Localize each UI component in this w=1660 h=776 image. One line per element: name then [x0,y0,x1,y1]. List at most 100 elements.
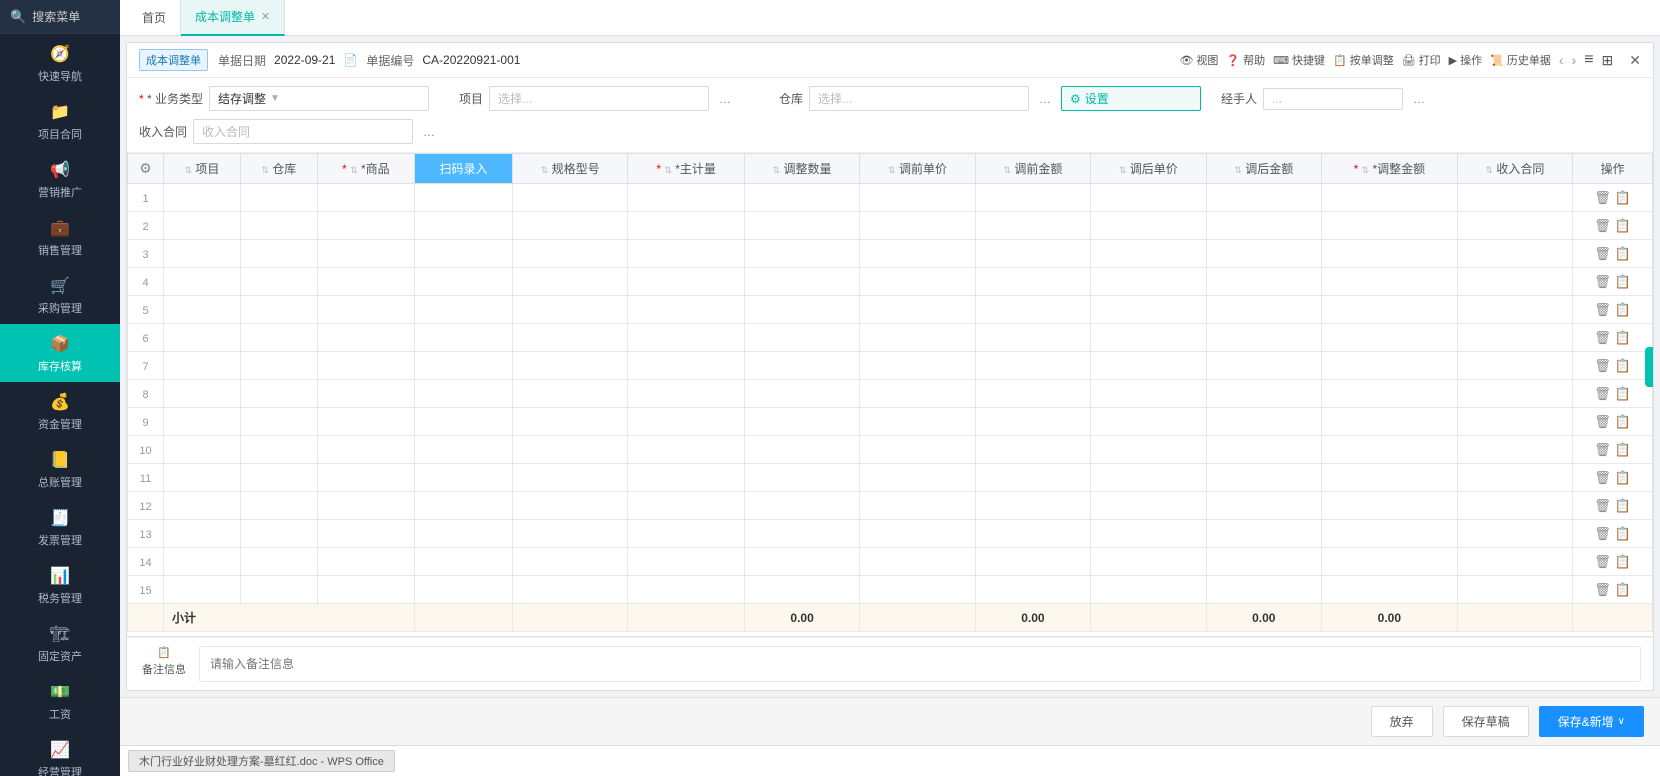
form-row-biztype: * 业务类型 结存调整 ▼ [139,86,439,111]
row-delete-14[interactable]: 🗑 [1594,554,1611,570]
doc-title-badge: 成本调整单 [139,49,208,71]
row-delete-8[interactable]: 🗑 [1594,386,1611,402]
sidebar-item-purchase-mgmt[interactable]: 🛒采购管理 [0,266,120,324]
view-toggle1[interactable]: ≡ [1584,51,1593,69]
handler-ellipsis[interactable]: … [1409,90,1429,108]
row-delete-1[interactable]: 🗑 [1594,190,1611,206]
row-copy-8[interactable]: 📋 [1615,386,1631,402]
row-copy-15[interactable]: 📋 [1615,582,1631,598]
save-new-button[interactable]: 保存&新增 ∨ [1539,706,1644,737]
warehouse-input[interactable]: 选择... [809,86,1029,111]
row-delete-7[interactable]: 🗑 [1594,358,1611,374]
action-audit[interactable]: 📋 按单调整 [1333,52,1394,68]
discard-button[interactable]: 放弃 [1371,706,1433,737]
col-before-price: ⇅ 调前单价 [860,154,975,184]
row-delete-3[interactable]: 🗑 [1594,246,1611,262]
sidebar-item-project-contract[interactable]: 📁项目合同 [0,92,120,150]
doc-close[interactable]: ✕ [1629,52,1641,69]
income-contract-label: 收入合同 [139,123,187,140]
sidebar-item-tax-mgmt[interactable]: 📊税务管理 [0,556,120,614]
sidebar-label-quick-nav: 快速导航 [38,68,82,84]
project-ellipsis[interactable]: … [715,90,735,108]
sidebar-item-fund-mgmt[interactable]: 💰资金管理 [0,382,120,440]
action-history[interactable]: 📜 历史单据 [1490,52,1551,68]
row-delete-2[interactable]: 🗑 [1594,218,1611,234]
tab-home[interactable]: 首页 [128,0,181,36]
num-value: CA-20220921-001 [422,53,520,67]
row-delete-15[interactable]: 🗑 [1594,582,1611,598]
row-delete-13[interactable]: 🗑 [1594,526,1611,542]
row-copy-14[interactable]: 📋 [1615,554,1631,570]
row-copy-7[interactable]: 📋 [1615,358,1631,374]
sidebar-item-invoice-mgmt[interactable]: 🧾发票管理 [0,498,120,556]
row-copy-11[interactable]: 📋 [1615,470,1631,486]
payroll-icon: 💵 [50,682,70,702]
project-label: 项目 [459,90,483,107]
sidebar-label-tax-mgmt: 税务管理 [38,590,82,606]
sidebar-item-fixed-assets[interactable]: 🏗固定资产 [0,614,120,672]
row-num-5: 5 [128,296,164,324]
sidebar-item-inventory-calc[interactable]: 📦库存核算 [0,324,120,382]
view-toggle2[interactable]: ⊞ [1602,52,1614,69]
col-scan[interactable]: 扫码录入 [415,154,513,184]
sales-promo-icon: 📢 [50,160,70,180]
nav-prev[interactable]: ‹ [1559,52,1564,68]
handler-input[interactable]: ... [1263,88,1403,110]
row-copy-1[interactable]: 📋 [1615,190,1631,206]
income-ellipsis[interactable]: … [419,123,439,141]
row-num-15: 15 [128,576,164,604]
settings-btn[interactable]: ⚙ 设置 [1061,86,1201,111]
row-copy-5[interactable]: 📋 [1615,302,1631,318]
table-row: 8 🗑 📋 [128,380,1653,408]
sidebar-search[interactable]: 🔍 搜索菜单 [0,0,120,34]
action-shortcut[interactable]: ⌨ 快捷键 [1273,52,1325,68]
fixed-assets-icon: 🏗 [50,624,70,644]
sidebar-search-label: 搜索菜单 [32,8,80,25]
row-delete-4[interactable]: 🗑 [1594,274,1611,290]
project-input[interactable]: 选择... [489,86,709,111]
row-delete-10[interactable]: 🗑 [1594,442,1611,458]
row-copy-9[interactable]: 📋 [1615,414,1631,430]
row-delete-5[interactable]: 🗑 [1594,302,1611,318]
doc-header: 成本调整单 单据日期 2022-09-21 📄 单据编号 CA-20220921… [127,43,1653,78]
sidebar-item-sales-promo[interactable]: 📢营销推广 [0,150,120,208]
row-copy-3[interactable]: 📋 [1615,246,1631,262]
action-help[interactable]: ❓ 帮助 [1226,52,1265,68]
row-delete-6[interactable]: 🗑 [1594,330,1611,346]
income-contract-input[interactable]: 收入合同 [193,119,413,144]
row-num-7: 7 [128,352,164,380]
action-operations[interactable]: ▶ 操作 [1449,52,1482,68]
sidebar-label-invoice-mgmt: 发票管理 [38,532,82,548]
row-copy-6[interactable]: 📋 [1615,330,1631,346]
row-copy-13[interactable]: 📋 [1615,526,1631,542]
nav-next[interactable]: › [1572,52,1577,68]
row-delete-12[interactable]: 🗑 [1594,498,1611,514]
row-copy-10[interactable]: 📋 [1615,442,1631,458]
tab-cost-adjust[interactable]: 成本调整单✕ [181,0,285,36]
notes-input[interactable] [199,646,1641,682]
row-copy-2[interactable]: 📋 [1615,218,1631,234]
row-copy-4[interactable]: 📋 [1615,274,1631,290]
sidebar-item-biz-mgmt[interactable]: 📈经营管理 [0,730,120,776]
col-settings[interactable]: ⚙ [128,154,164,184]
form-row-project: 项目 选择... … [459,86,759,111]
table-row: 10 🗑 📋 [128,436,1653,464]
col-income-contract: ⇅ 收入合同 [1457,154,1572,184]
row-delete-11[interactable]: 🗑 [1594,470,1611,486]
col-adj-qty: ⇅ 调整数量 [744,154,859,184]
taskbar-item[interactable]: 木门行业好业财处理方案-墓红红.doc - WPS Office [128,750,395,772]
row-copy-12[interactable]: 📋 [1615,498,1631,514]
sidebar-item-quick-nav[interactable]: 🧭快速导航 [0,34,120,92]
row-delete-9[interactable]: 🗑 [1594,414,1611,430]
save-draft-button[interactable]: 保存草稿 [1443,706,1529,737]
warehouse-ellipsis[interactable]: … [1035,90,1055,108]
biz-type-input[interactable]: 结存调整 ▼ [209,86,429,111]
sidebar-item-ledger-mgmt[interactable]: 📒总账管理 [0,440,120,498]
sidebar-item-payroll[interactable]: 💵工资 [0,672,120,730]
action-view[interactable]: 👁 视图 [1179,52,1218,68]
sidebar-item-sales-mgmt[interactable]: 💼销售管理 [0,208,120,266]
row-num-2: 2 [128,212,164,240]
tab-close-cost-adjust[interactable]: ✕ [261,10,270,23]
action-print[interactable]: 🖨 打印 [1402,52,1441,68]
row-num-12: 12 [128,492,164,520]
